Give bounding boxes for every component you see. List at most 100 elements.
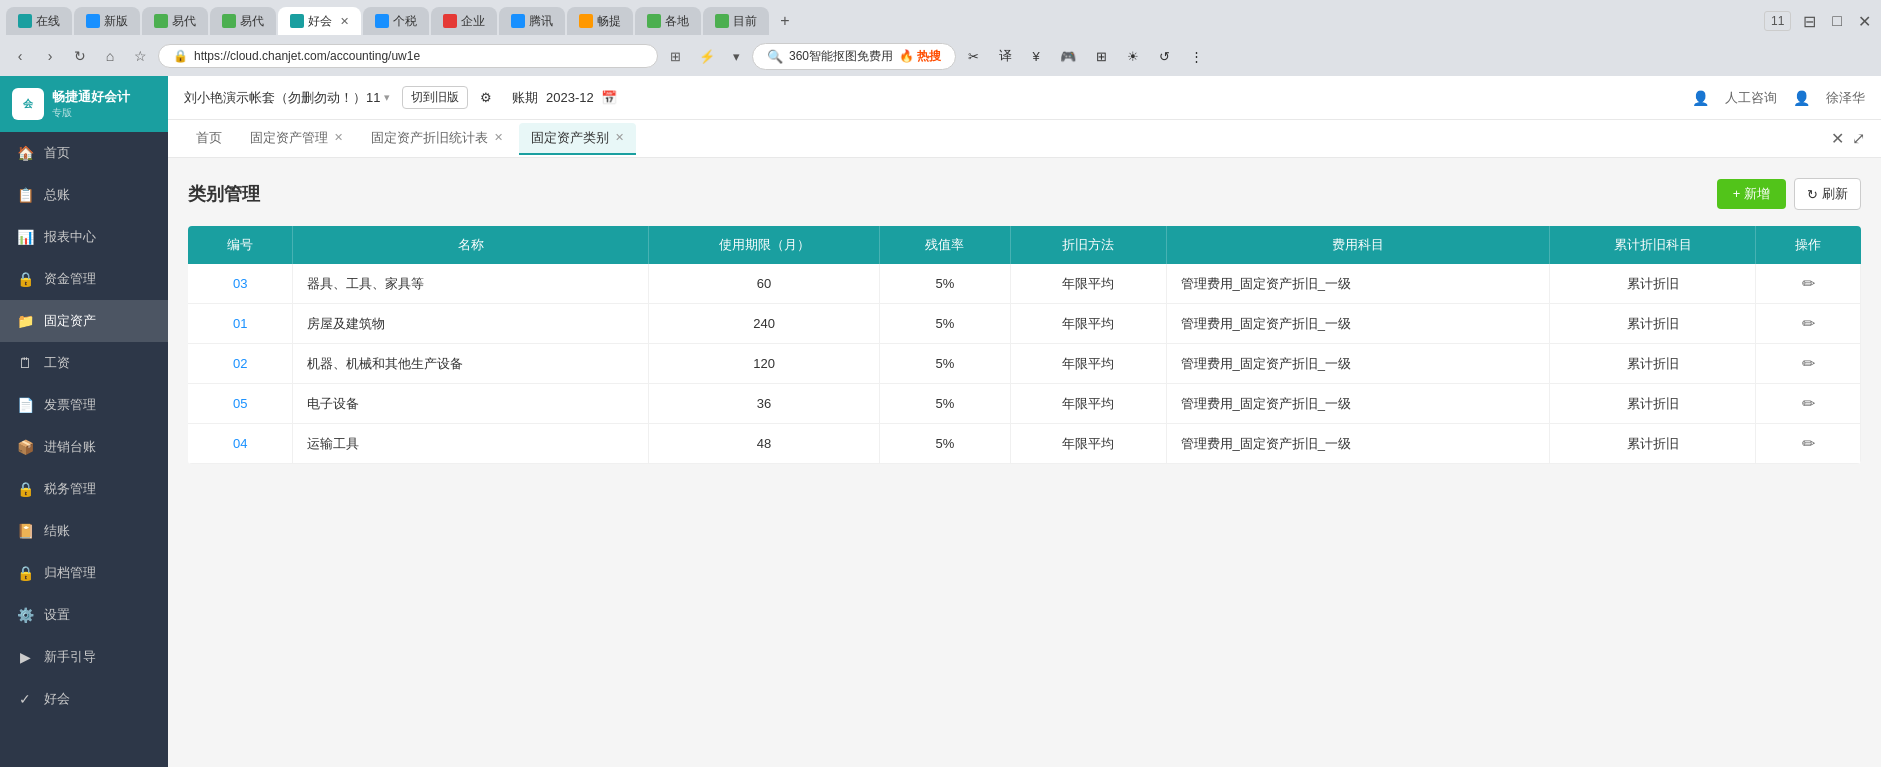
tab-close-5[interactable]: ✕ (340, 15, 349, 28)
tab-home[interactable]: 首页 (184, 123, 234, 155)
sidebar-item-settlement[interactable]: 📔 结账 (0, 510, 168, 552)
guide-icon: ▶ (16, 648, 34, 666)
cell-action-0[interactable]: ✏ (1756, 264, 1861, 304)
translate-icon[interactable]: 译 (993, 45, 1018, 67)
tab-depreciation[interactable]: 固定资产折旧统计表 ✕ (359, 123, 515, 155)
cell-method-0: 年限平均 (1010, 264, 1166, 304)
sidebar-item-tax[interactable]: 🔒 税务管理 (0, 468, 168, 510)
tab-category[interactable]: 固定资产类别 ✕ (519, 123, 636, 155)
lightning-icon[interactable]: ⚡ (693, 47, 721, 66)
grid-icon[interactable]: ⊞ (1090, 47, 1113, 66)
switch-version-button[interactable]: 切到旧版 (402, 86, 468, 109)
sidebar-item-inventory[interactable]: 📦 进销台账 (0, 426, 168, 468)
brightness-icon[interactable]: ☀ (1121, 47, 1145, 66)
inventory-icon: 📦 (16, 438, 34, 456)
back-button[interactable]: ‹ (8, 44, 32, 68)
cell-accumulated-4: 累计折旧 (1550, 424, 1756, 464)
more-icon[interactable]: ⋮ (1184, 47, 1209, 66)
browser-tab-8[interactable]: 腾讯 (499, 7, 565, 35)
sidebar-item-settings[interactable]: ⚙️ 设置 (0, 594, 168, 636)
help-icon: 👤 (1692, 90, 1709, 106)
browser-tab-3[interactable]: 易代 (142, 7, 208, 35)
search-icon: 🔍 (767, 49, 783, 64)
search-text: 360智能抠图免费用 (789, 48, 893, 65)
home-page-button[interactable]: ⌂ (98, 44, 122, 68)
browser-tab-10[interactable]: 各地 (635, 7, 701, 35)
logo-icon: 会 (12, 88, 44, 120)
period-gear-icon[interactable]: ⚙ (480, 90, 492, 105)
cell-action-1[interactable]: ✏ (1756, 304, 1861, 344)
cell-action-2[interactable]: ✏ (1756, 344, 1861, 384)
close-tab-fixed-mgmt[interactable]: ✕ (334, 131, 343, 144)
cell-accumulated-0: 累计折旧 (1550, 264, 1756, 304)
wallet-icon[interactable]: ¥ (1026, 47, 1045, 66)
cell-period-3: 36 (649, 384, 880, 424)
salary-icon: 🗒 (16, 354, 34, 372)
tax-icon: 🔒 (16, 480, 34, 498)
browser-tab-1[interactable]: 在线 (6, 7, 72, 35)
refresh-page-button[interactable]: ↻ (68, 44, 92, 68)
sidebar-label-ledger: 总账 (44, 186, 70, 204)
bookmark-button[interactable]: ☆ (128, 44, 152, 68)
restore-window-btn[interactable]: ⊟ (1799, 12, 1820, 31)
close-tab-depreciation[interactable]: ✕ (494, 131, 503, 144)
header-actions: 👤 人工咨询 👤 徐泽华 (1692, 89, 1865, 107)
close-tab-category[interactable]: ✕ (615, 131, 624, 144)
sidebar-item-invoices[interactable]: 📄 发票管理 (0, 384, 168, 426)
main-content: 刘小艳演示帐套（勿删勿动！）11 ▾ 切到旧版 ⚙ 账期 2023-12 📅 👤… (168, 76, 1881, 767)
scissors-icon[interactable]: ✂ (962, 47, 985, 66)
dropdown-icon[interactable]: ▾ (727, 47, 746, 66)
games-icon[interactable]: 🎮 (1054, 47, 1082, 66)
window-count[interactable]: 11 (1764, 11, 1791, 31)
browser-tab-11[interactable]: 目前 (703, 7, 769, 35)
add-category-button[interactable]: + 新增 (1717, 179, 1786, 209)
calendar-icon[interactable]: 📅 (601, 90, 617, 105)
cell-residual-1: 5% (880, 304, 1011, 344)
user-avatar: 👤 (1793, 90, 1810, 106)
sidebar-item-salary[interactable]: 🗒 工资 (0, 342, 168, 384)
browser-tab-5[interactable]: 好会 ✕ (278, 7, 361, 35)
tab-close-panel-btn[interactable]: ✕ (1831, 129, 1844, 148)
help-label[interactable]: 人工咨询 (1725, 89, 1777, 107)
table-body: 03 器具、工具、家具等 60 5% 年限平均 管理费用_固定资产折旧_一级 累… (188, 264, 1861, 464)
close-window-btn[interactable]: ✕ (1854, 12, 1875, 31)
cell-name-3: 电子设备 (293, 384, 649, 424)
sidebar-item-feedback[interactable]: ✓ 好会 (0, 678, 168, 720)
undo-icon[interactable]: ↺ (1153, 47, 1176, 66)
sidebar-item-ledger[interactable]: 📋 总账 (0, 174, 168, 216)
cell-action-3[interactable]: ✏ (1756, 384, 1861, 424)
ledger-icon: 📋 (16, 186, 34, 204)
table-row: 01 房屋及建筑物 240 5% 年限平均 管理费用_固定资产折旧_一级 累计折… (188, 304, 1861, 344)
sidebar-item-archive[interactable]: 🔒 归档管理 (0, 552, 168, 594)
browser-tab-9[interactable]: 畅提 (567, 7, 633, 35)
sidebar-item-funds[interactable]: 🔒 资金管理 (0, 258, 168, 300)
user-dropdown-icon[interactable]: ▾ (384, 91, 390, 104)
new-tab-button[interactable]: + (771, 7, 799, 35)
browser-tab-2[interactable]: 新版 (74, 7, 140, 35)
search-bar[interactable]: 🔍 360智能抠图免费用 🔥 热搜 (752, 43, 956, 70)
sidebar-item-home[interactable]: 🏠 首页 (0, 132, 168, 174)
sidebar-label-home: 首页 (44, 144, 70, 162)
browser-tab-6[interactable]: 个税 (363, 7, 429, 35)
browser-tab-4[interactable]: 易代 (210, 7, 276, 35)
settlement-icon: 📔 (16, 522, 34, 540)
browser-tab-7[interactable]: 企业 (431, 7, 497, 35)
site-info-icon[interactable]: ⊞ (664, 47, 687, 66)
table-row: 03 器具、工具、家具等 60 5% 年限平均 管理费用_固定资产折旧_一级 累… (188, 264, 1861, 304)
period-section: 账期 2023-12 📅 (512, 89, 617, 107)
refresh-button[interactable]: ↻ 刷新 (1794, 178, 1861, 210)
sidebar-label-salary: 工资 (44, 354, 70, 372)
sidebar-item-guide[interactable]: ▶ 新手引导 (0, 636, 168, 678)
page-title-text: 类别管理 (188, 182, 260, 206)
maximize-window-btn[interactable]: □ (1828, 12, 1846, 30)
cell-residual-4: 5% (880, 424, 1011, 464)
cell-action-4[interactable]: ✏ (1756, 424, 1861, 464)
tab-fixed-mgmt[interactable]: 固定资产管理 ✕ (238, 123, 355, 155)
tab-expand-btn[interactable]: ⤢ (1852, 129, 1865, 148)
sidebar-item-fixed-assets[interactable]: 📁 固定资产 (0, 300, 168, 342)
url-input[interactable]: 🔒 https://cloud.chanjet.com/accounting/u… (158, 44, 658, 68)
sidebar-label-funds: 资金管理 (44, 270, 96, 288)
sidebar-item-reports[interactable]: 📊 报表中心 (0, 216, 168, 258)
forward-button[interactable]: › (38, 44, 62, 68)
table-row: 04 运输工具 48 5% 年限平均 管理费用_固定资产折旧_一级 累计折旧 ✏ (188, 424, 1861, 464)
